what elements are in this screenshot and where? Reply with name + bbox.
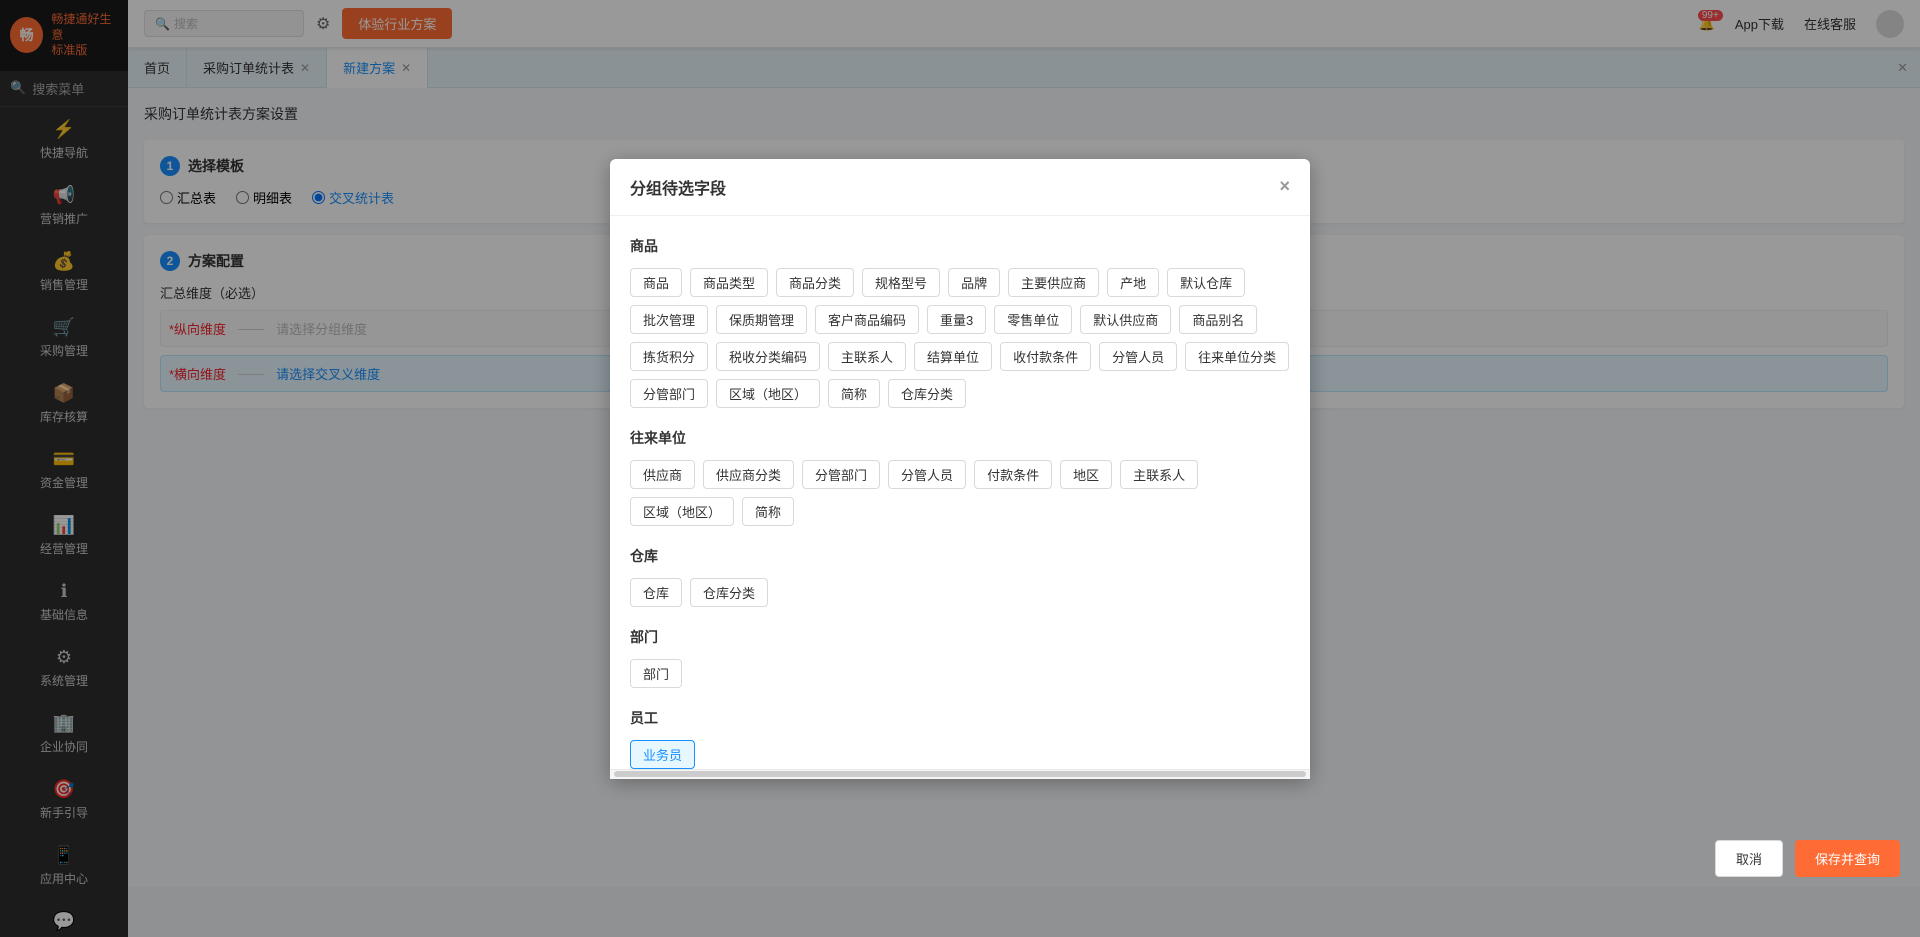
- field-chip-main-contact[interactable]: 主联系人: [828, 342, 906, 371]
- section-title-dept: 部门: [630, 627, 1290, 647]
- field-chip-batch-mgmt[interactable]: 批次管理: [630, 305, 708, 334]
- field-grid-partner: 供应商供应商分类分管部门分管人员付款条件地区主联系人区域（地区） 简称: [630, 460, 1290, 526]
- modal-close-btn[interactable]: ×: [1279, 176, 1290, 197]
- field-chip-warehouse-category[interactable]: 仓库分类: [888, 379, 966, 408]
- section-title-warehouse: 仓库: [630, 546, 1290, 566]
- field-chip-default-warehouse[interactable]: 默认仓库: [1167, 268, 1245, 297]
- section-title-partner: 往来单位: [630, 428, 1290, 448]
- field-chip-sales-staff[interactable]: 业务员: [630, 740, 695, 769]
- field-section-partner: 往来单位供应商供应商分类分管部门分管人员付款条件地区主联系人区域（地区） 简称: [630, 428, 1290, 526]
- cancel-button[interactable]: 取消: [1715, 840, 1783, 877]
- field-section-staff: 员工业务员: [630, 708, 1290, 769]
- field-chip-payment-terms[interactable]: 收付款条件: [1000, 342, 1091, 371]
- field-chip-quality-mgmt[interactable]: 保质期管理: [716, 305, 807, 334]
- field-chip-dept[interactable]: 部门: [630, 659, 682, 688]
- field-chip-payment-cond[interactable]: 付款条件: [974, 460, 1052, 489]
- modal-horizontal-scrollbar[interactable]: [610, 769, 1310, 779]
- modal-title: 分组待选字段: [630, 175, 726, 199]
- field-chip-brand[interactable]: 品牌: [948, 268, 1000, 297]
- field-chip-main-supplier[interactable]: 主要供应商: [1008, 268, 1099, 297]
- field-chip-goods-type[interactable]: 商品类型: [690, 268, 768, 297]
- field-chip-pickup-points[interactable]: 拣货积分: [630, 342, 708, 371]
- field-chip-goods[interactable]: 商品: [630, 268, 682, 297]
- field-chip-dept2[interactable]: 分管部门: [802, 460, 880, 489]
- field-grid-goods: 商品商品类型商品分类规格型号品牌主要供应商产地默认仓库批次管理保质期管理客户商品…: [630, 268, 1290, 408]
- field-chip-goods-alias[interactable]: 商品别名: [1179, 305, 1257, 334]
- field-chip-region2[interactable]: 地区: [1060, 460, 1112, 489]
- field-chip-short-name[interactable]: 简称: [828, 379, 880, 408]
- modal-header: 分组待选字段 ×: [610, 159, 1310, 216]
- field-grid-dept: 部门: [630, 659, 1290, 688]
- modal-overlay: 分组待选字段 × 商品商品商品类型商品分类规格型号品牌主要供应商产地默认仓库批次…: [0, 0, 1920, 937]
- field-chip-weight3[interactable]: 重量3: [927, 305, 986, 334]
- field-chip-warehouse[interactable]: 仓库: [630, 578, 682, 607]
- section-title-staff: 员工: [630, 708, 1290, 728]
- field-section-goods: 商品商品商品类型商品分类规格型号品牌主要供应商产地默认仓库批次管理保质期管理客户…: [630, 236, 1290, 408]
- field-chip-short-name2[interactable]: 简称: [742, 497, 794, 526]
- field-chip-region3[interactable]: 区域（地区）: [630, 497, 734, 526]
- field-chip-default-supplier[interactable]: 默认供应商: [1080, 305, 1171, 334]
- save-query-button[interactable]: 保存并查询: [1795, 840, 1900, 877]
- field-chip-admin-dept[interactable]: 分管部门: [630, 379, 708, 408]
- field-chip-warehouse-cat[interactable]: 仓库分类: [690, 578, 768, 607]
- field-section-warehouse: 仓库仓库仓库分类: [630, 546, 1290, 607]
- field-chip-goods-category[interactable]: 商品分类: [776, 268, 854, 297]
- field-select-modal: 分组待选字段 × 商品商品商品类型商品分类规格型号品牌主要供应商产地默认仓库批次…: [610, 159, 1310, 779]
- action-buttons: 取消 保存并查询: [1715, 840, 1900, 877]
- field-chip-retail-unit[interactable]: 零售单位: [994, 305, 1072, 334]
- field-section-dept: 部门部门: [630, 627, 1290, 688]
- field-chip-supplier-category[interactable]: 供应商分类: [703, 460, 794, 489]
- field-chip-admin-staff[interactable]: 分管人员: [1099, 342, 1177, 371]
- section-title-goods: 商品: [630, 236, 1290, 256]
- field-chip-customer-code[interactable]: 客户商品编码: [815, 305, 919, 334]
- field-grid-staff: 业务员: [630, 740, 1290, 769]
- field-chip-origin[interactable]: 产地: [1107, 268, 1159, 297]
- field-chip-spec-type[interactable]: 规格型号: [862, 268, 940, 297]
- field-chip-settlement-unit[interactable]: 结算单位: [914, 342, 992, 371]
- field-chip-main-contact2[interactable]: 主联系人: [1120, 460, 1198, 489]
- field-chip-tax-code[interactable]: 税收分类编码: [716, 342, 820, 371]
- modal-body: 商品商品商品类型商品分类规格型号品牌主要供应商产地默认仓库批次管理保质期管理客户…: [610, 216, 1310, 769]
- field-grid-warehouse: 仓库仓库分类: [630, 578, 1290, 607]
- field-chip-region[interactable]: 区域（地区）: [716, 379, 820, 408]
- field-chip-admin-staff2[interactable]: 分管人员: [888, 460, 966, 489]
- field-chip-from-unit-category[interactable]: 往来单位分类: [1185, 342, 1289, 371]
- field-chip-supplier[interactable]: 供应商: [630, 460, 695, 489]
